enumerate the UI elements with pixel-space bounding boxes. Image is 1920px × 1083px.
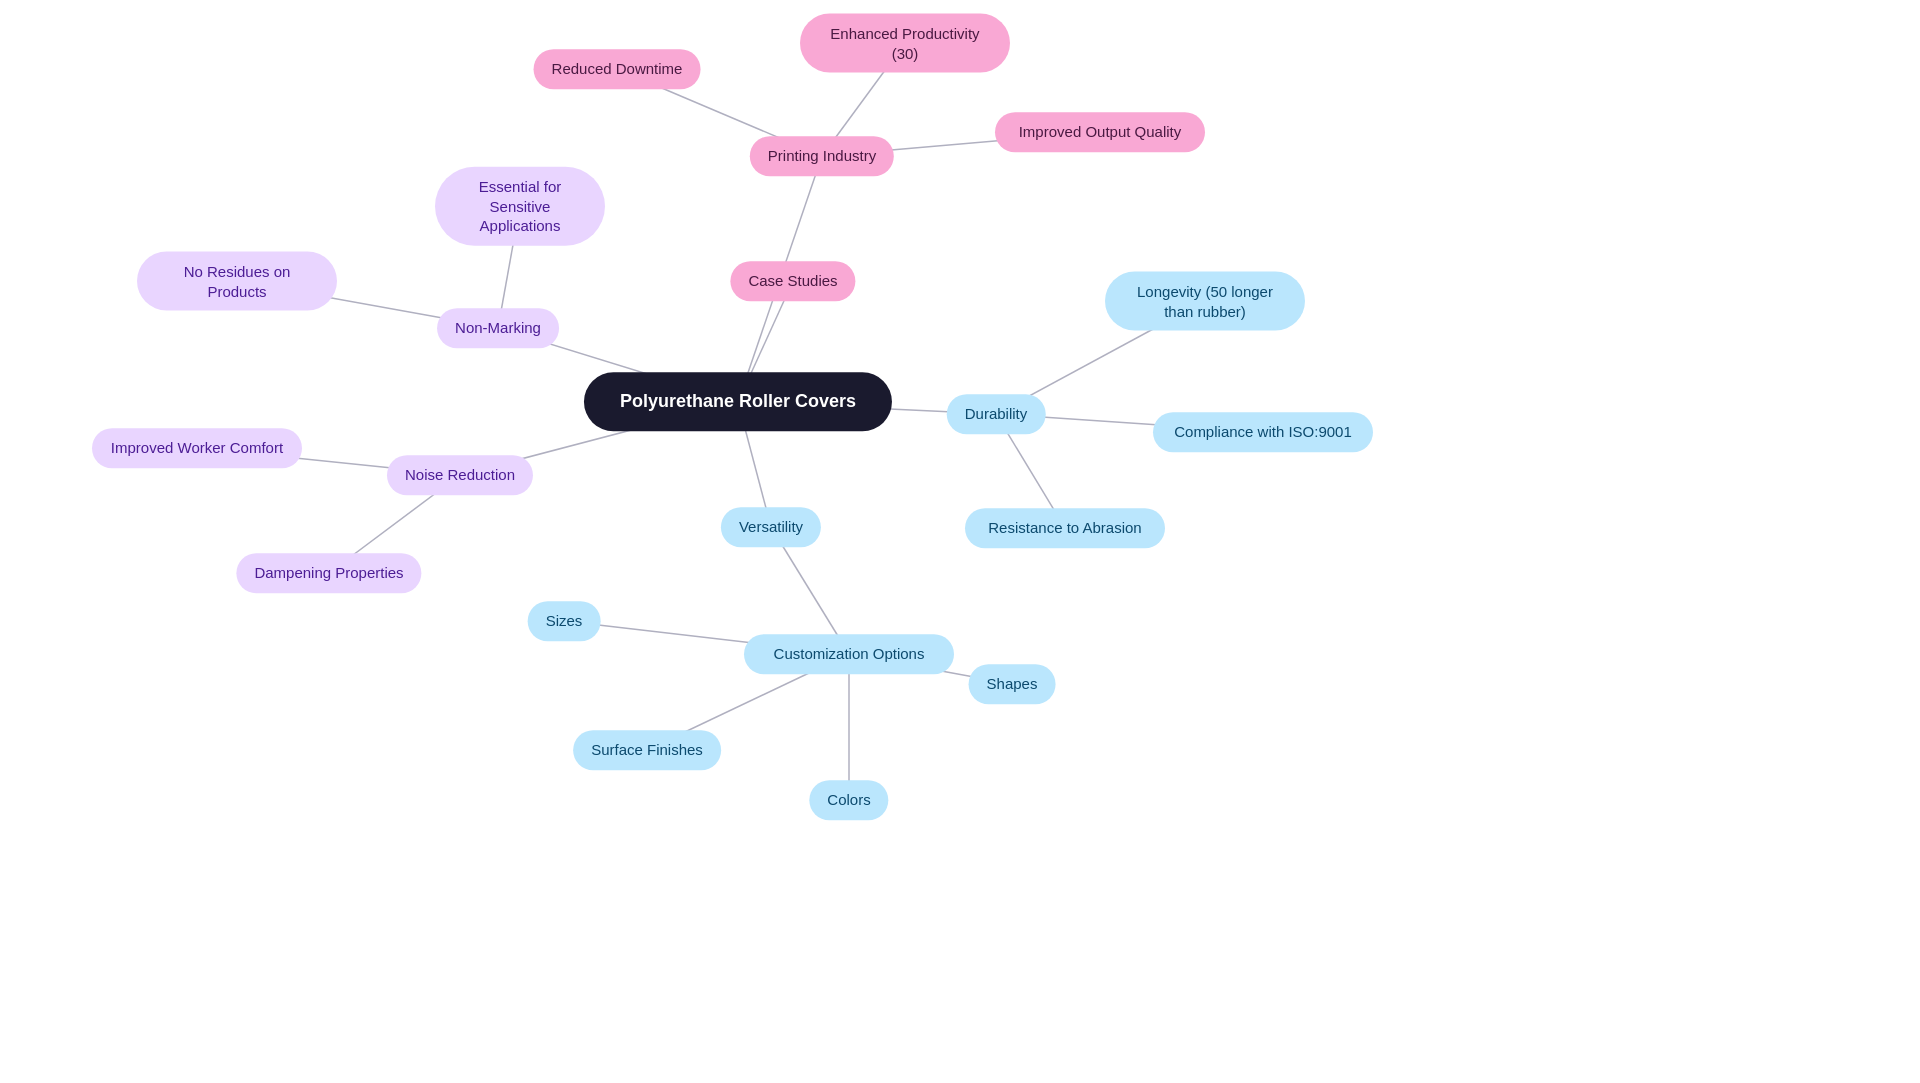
node-case-studies[interactable]: Case Studies	[730, 261, 855, 301]
node-non-marking[interactable]: Non-Marking	[437, 308, 559, 348]
node-durability[interactable]: Durability	[947, 394, 1046, 434]
node-improved-comfort[interactable]: Improved Worker Comfort	[92, 428, 302, 468]
node-improved-output[interactable]: Improved Output Quality	[995, 112, 1205, 152]
node-compliance[interactable]: Compliance with ISO:9001	[1153, 412, 1373, 452]
center-node[interactable]: Polyurethane Roller Covers	[584, 372, 892, 431]
node-reduced-downtime[interactable]: Reduced Downtime	[534, 49, 701, 89]
node-enhanced-productivity[interactable]: Enhanced Productivity (30)	[800, 14, 1010, 73]
node-shapes[interactable]: Shapes	[969, 664, 1056, 704]
node-resistance[interactable]: Resistance to Abrasion	[965, 508, 1165, 548]
node-longevity[interactable]: Longevity (50 longer than rubber)	[1105, 272, 1305, 331]
node-dampening[interactable]: Dampening Properties	[236, 553, 421, 593]
node-noise-reduction[interactable]: Noise Reduction	[387, 455, 533, 495]
node-printing[interactable]: Printing Industry	[750, 136, 894, 176]
node-versatility[interactable]: Versatility	[721, 507, 821, 547]
mindmap-container: Polyurethane Roller Covers Printing Indus…	[0, 0, 1920, 1083]
node-essential[interactable]: Essential for Sensitive Applications	[435, 167, 605, 246]
node-customization[interactable]: Customization Options	[744, 634, 954, 674]
node-no-residues[interactable]: No Residues on Products	[137, 252, 337, 311]
node-sizes[interactable]: Sizes	[528, 601, 601, 641]
node-surface-finishes[interactable]: Surface Finishes	[573, 730, 721, 770]
connection-lines	[0, 0, 1920, 1083]
node-colors[interactable]: Colors	[809, 780, 888, 820]
